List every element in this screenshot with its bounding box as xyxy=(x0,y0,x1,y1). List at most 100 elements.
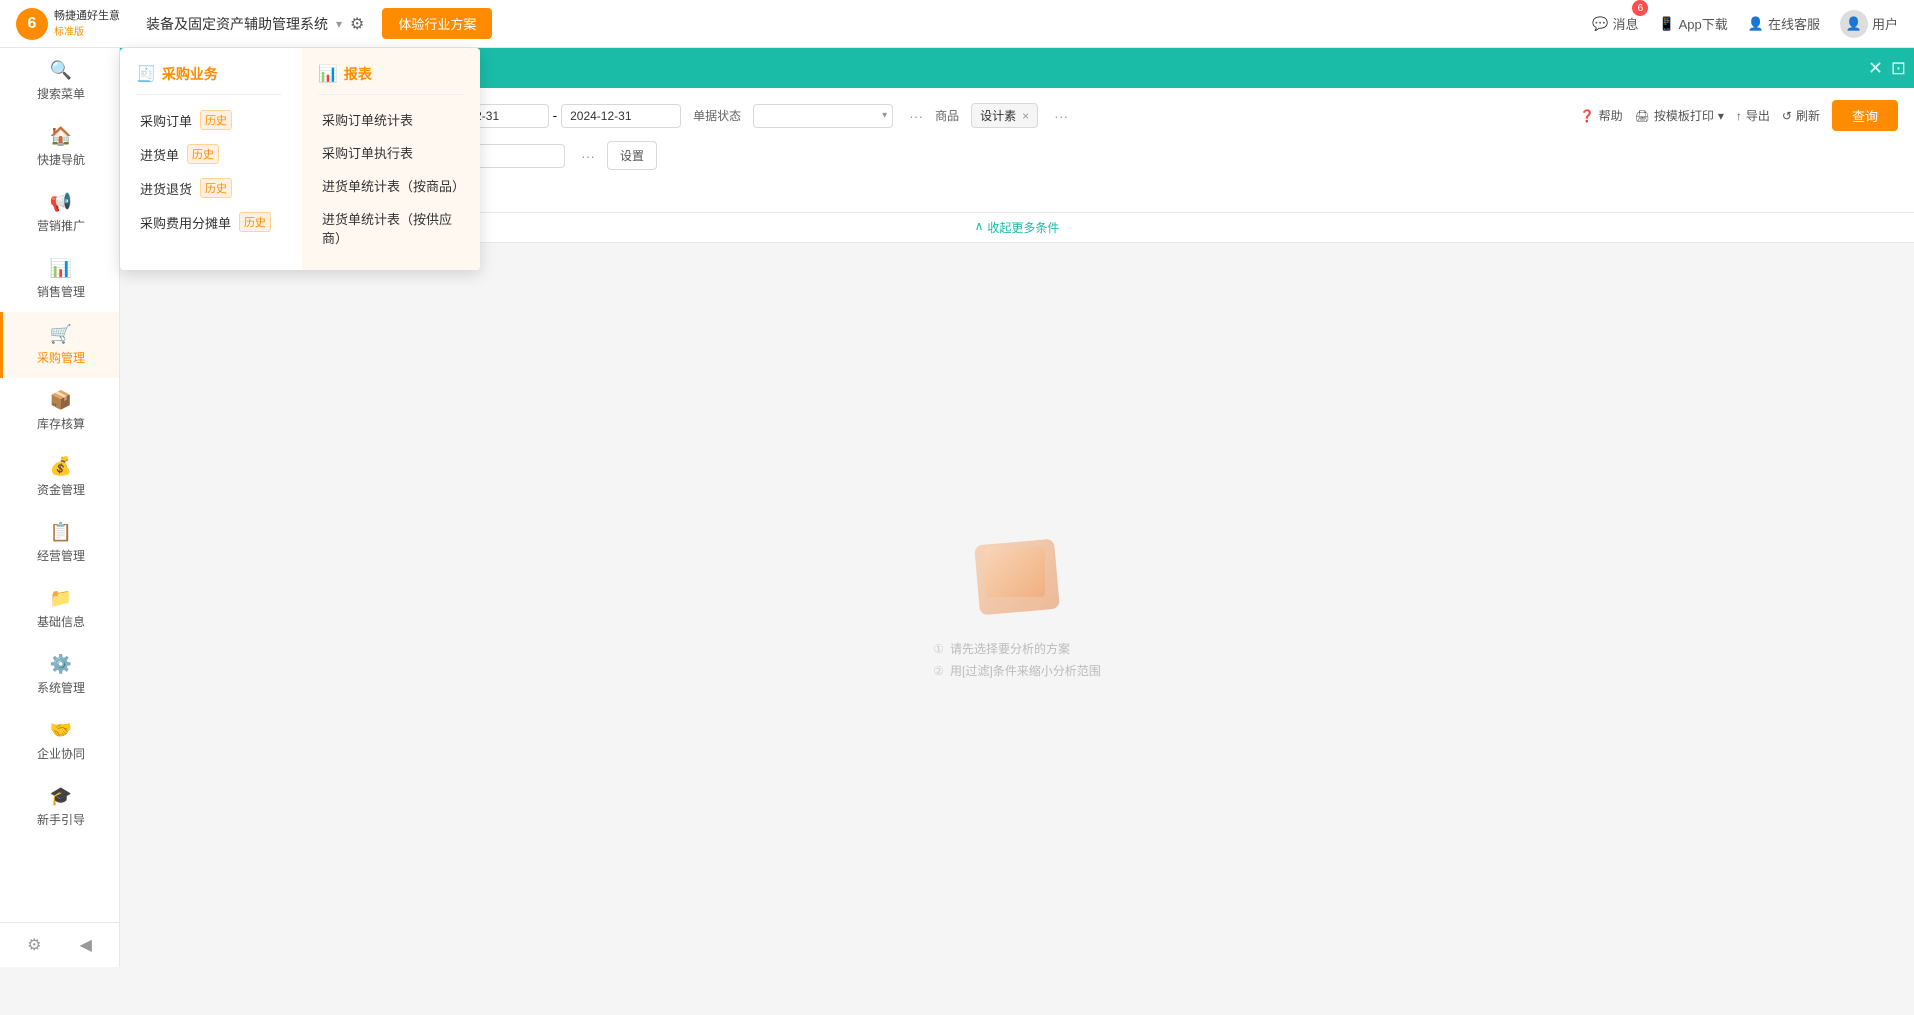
sidebar-label-sales: 销售管理 xyxy=(37,283,85,300)
purchase-receipt-label: 进货单 xyxy=(140,145,179,164)
dropdown-item-report-order-stat[interactable]: 采购订单统计表 xyxy=(318,103,464,136)
system-icon: ⚙️ xyxy=(50,654,72,675)
export-label: 导出 xyxy=(1746,107,1770,124)
refresh-icon: ↺ xyxy=(1782,109,1792,123)
finance-icon: 💰 xyxy=(50,456,72,477)
query-button[interactable]: 查询 xyxy=(1832,100,1898,131)
system-title-bar: 装备及固定资产辅助管理系统 ▾ ⚙ 体验行业方案 xyxy=(146,8,1592,39)
print-label: 按模板打印 xyxy=(1654,107,1714,124)
order-status-dots[interactable]: ··· xyxy=(909,108,923,124)
export-button[interactable]: ↑ 导出 xyxy=(1736,107,1770,124)
online-service-label: 在线客服 xyxy=(1768,14,1820,33)
tab-bar-actions: ✕ ⊡ xyxy=(1868,58,1906,79)
tab-close-all-icon[interactable]: ✕ xyxy=(1868,58,1883,79)
dropdown-item-purchase-return[interactable]: 进货退货 历史 xyxy=(136,171,282,205)
messages-button[interactable]: 💬 消息 6 xyxy=(1592,14,1638,33)
purchase-icon: 🛒 xyxy=(50,324,72,345)
salesman-dots[interactable]: ··· xyxy=(581,148,595,164)
order-status-select-wrap xyxy=(753,104,893,128)
report-receipt-goods-label: 进货单统计表（按商品） xyxy=(322,176,460,195)
toolbar-right: ❓ 帮助 🖨 按模板打印 ▾ ↑ 导出 ↺ xyxy=(1580,100,1898,131)
purchase-expense-label: 采购费用分摊单 xyxy=(140,213,231,232)
enterprise-icon: 🤝 xyxy=(50,720,72,741)
app-download-button[interactable]: 📱 App下载 xyxy=(1658,14,1727,33)
sidebar-label-quick-nav: 快捷导航 xyxy=(37,151,85,168)
user-label: 用户 xyxy=(1872,14,1898,33)
service-icon: 👤 xyxy=(1748,16,1764,32)
online-service-button[interactable]: 👤 在线客服 xyxy=(1748,14,1820,33)
user-area[interactable]: 👤 用户 xyxy=(1840,10,1898,38)
sidebar-settings-btn[interactable]: ⚙ xyxy=(27,935,41,955)
purchase-col-label: 采购业务 xyxy=(162,64,218,84)
sidebar-label-basic-info: 基础信息 xyxy=(37,613,85,630)
basic-info-icon: 📁 xyxy=(50,588,72,609)
sidebar-item-purchase[interactable]: 🛒 采购管理 xyxy=(0,312,119,378)
sales-icon: 📊 xyxy=(50,258,72,279)
help-button[interactable]: ❓ 帮助 xyxy=(1580,107,1623,124)
dropdown-item-report-receipt-by-goods[interactable]: 进货单统计表（按商品） xyxy=(318,169,464,202)
sidebar-collapse-btn[interactable]: ◀ xyxy=(80,935,92,955)
sidebar-item-marketing[interactable]: 📢 营销推广 xyxy=(0,180,119,246)
top-header: 6 畅捷通好生意 标准版 装备及固定资产辅助管理系统 ▾ ⚙ 体验行业方案 💬 … xyxy=(0,0,1914,48)
system-settings-icon[interactable]: ⚙ xyxy=(350,14,364,34)
dropdown-item-purchase-receipt[interactable]: 进货单 历史 xyxy=(136,137,282,171)
marketing-icon: 📢 xyxy=(50,192,72,213)
order-status-select[interactable] xyxy=(753,104,893,128)
collapse-label: 收起更多条件 xyxy=(987,219,1059,236)
collapse-arrow-icon: ∧ xyxy=(975,219,984,236)
sidebar-item-search[interactable]: 🔍 搜索菜单 xyxy=(0,48,119,114)
refresh-label: 刷新 xyxy=(1796,107,1820,124)
dropdown-item-purchase-expense[interactable]: 采购费用分摊单 历史 xyxy=(136,205,282,239)
sidebar-item-finance[interactable]: 💰 资金管理 xyxy=(0,444,119,510)
purchase-return-history-tag: 历史 xyxy=(200,178,232,198)
search-icon: 🔍 xyxy=(50,60,72,81)
sidebar-item-basic-info[interactable]: 📁 基础信息 xyxy=(0,576,119,642)
system-title-text: 装备及固定资产辅助管理系统 xyxy=(146,14,328,34)
sidebar-item-sales[interactable]: 📊 销售管理 xyxy=(0,246,119,312)
print-button[interactable]: 🖨 按模板打印 ▾ xyxy=(1635,107,1724,124)
report-col-label: 报表 xyxy=(344,64,372,84)
logo-area: 6 畅捷通好生意 标准版 xyxy=(16,8,136,40)
goods-tag: 设计素 × xyxy=(971,103,1038,128)
report-col: 📊 报表 采购订单统计表 采购订单执行表 进货单统计表（按商品） 进货单统计表（… xyxy=(302,48,480,270)
message-icon: 💬 xyxy=(1592,16,1608,32)
goods-dots[interactable]: ··· xyxy=(1054,108,1068,124)
dropdown-item-report-order-exec[interactable]: 采购订单执行表 xyxy=(318,136,464,169)
print-arrow: ▾ xyxy=(1718,109,1724,123)
export-icon: ↑ xyxy=(1736,109,1742,123)
inventory-icon: 📦 xyxy=(50,390,72,411)
trial-button[interactable]: 体验行业方案 xyxy=(382,8,492,39)
help-label: 帮助 xyxy=(1599,107,1623,124)
sidebar-label-search: 搜索菜单 xyxy=(37,85,85,102)
app-download-label: App下载 xyxy=(1679,14,1728,33)
sidebar-item-guide[interactable]: 🎓 新手引导 xyxy=(0,774,119,840)
purchase-order-label: 采购订单 xyxy=(140,111,192,130)
report-receipt-supplier-label: 进货单统计表（按供应商） xyxy=(322,209,460,247)
goods-tag-close-btn[interactable]: × xyxy=(1022,109,1029,123)
settings-small-button[interactable]: 设置 xyxy=(607,141,657,170)
report-order-stat-label: 采购订单统计表 xyxy=(322,110,413,129)
message-label: 消息 xyxy=(1612,14,1638,33)
purchase-expense-history-tag: 历史 xyxy=(239,212,271,232)
logo-icon: 6 xyxy=(16,8,48,40)
report-col-title: 📊 报表 xyxy=(318,64,464,95)
goods-label: 商品 xyxy=(935,107,959,124)
system-title-dropdown-arrow[interactable]: ▾ xyxy=(336,17,342,31)
sidebar-item-quick-nav[interactable]: 🏠 快捷导航 xyxy=(0,114,119,180)
empty-tip-2: 用[过滤]条件来缩小分析范围 xyxy=(933,661,1100,683)
print-icon: 🖨 xyxy=(1635,109,1650,123)
sidebar-item-inventory[interactable]: 📦 库存核算 xyxy=(0,378,119,444)
refresh-button[interactable]: ↺ 刷新 xyxy=(1782,107,1820,124)
tab-maximize-icon[interactable]: ⊡ xyxy=(1891,58,1906,79)
dropdown-item-report-receipt-by-supplier[interactable]: 进货单统计表（按供应商） xyxy=(318,202,464,254)
purchase-receipt-history-tag: 历史 xyxy=(187,144,219,164)
sidebar-item-operations[interactable]: 📋 经营管理 xyxy=(0,510,119,576)
sidebar-label-operations: 经营管理 xyxy=(37,547,85,564)
date-end-input[interactable]: 2024-12-31 xyxy=(561,104,681,128)
dropdown-item-purchase-order[interactable]: 采购订单 历史 xyxy=(136,103,282,137)
empty-tips-list: 请先选择要分析的方案 用[过滤]条件来缩小分析范围 xyxy=(933,639,1100,682)
logo-text-block: 畅捷通好生意 标准版 xyxy=(54,9,120,38)
sidebar-item-system[interactable]: ⚙️ 系统管理 xyxy=(0,642,119,708)
sidebar-item-enterprise[interactable]: 🤝 企业协同 xyxy=(0,708,119,774)
logo-badge: 标准版 xyxy=(54,23,120,38)
